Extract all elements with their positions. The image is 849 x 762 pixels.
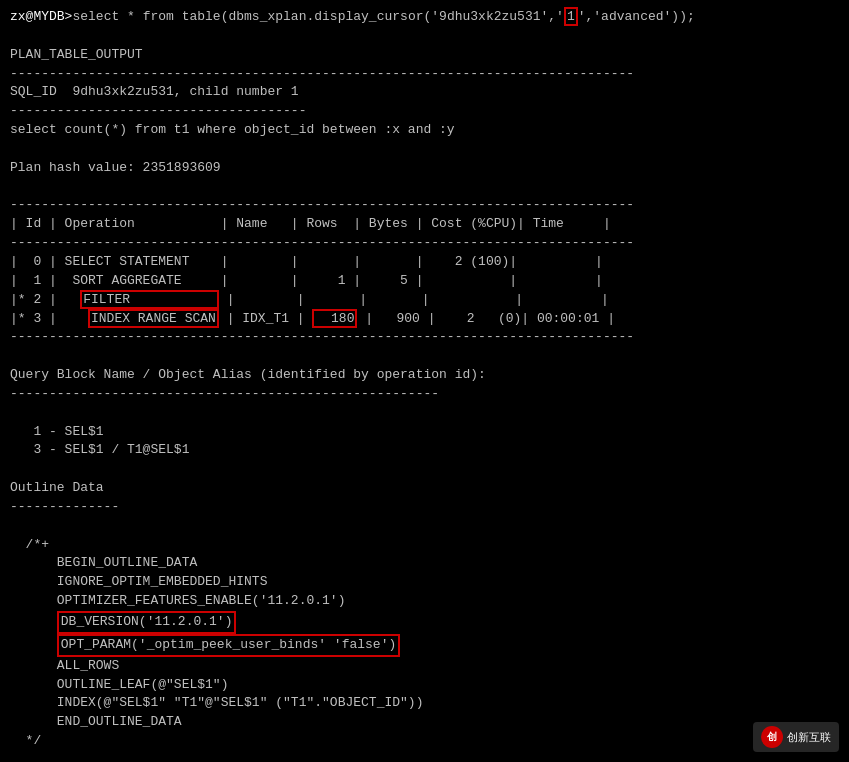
dash-line-7: -------------- xyxy=(10,498,839,517)
opt-param-line: OPT_PARAM('_optim_peek_user_binds' 'fals… xyxy=(10,634,839,657)
sql-id-line: SQL_ID 9dhu3xk2zu531, child number 1 xyxy=(10,83,839,102)
watermark: 创 创新互联 xyxy=(753,722,839,752)
index-range-scan-highlight: INDEX RANGE SCAN xyxy=(88,309,219,328)
table-row-0: | 0 | SELECT STATEMENT | | | | 2 (100)| … xyxy=(10,253,839,272)
filter-highlight: FILTER xyxy=(80,290,219,309)
dash-line-5: ----------------------------------------… xyxy=(10,328,839,347)
outline-end: */ xyxy=(10,732,839,751)
plan-table-output-label: PLAN_TABLE_OUTPUT xyxy=(10,46,839,65)
dash-line-4: ----------------------------------------… xyxy=(10,234,839,253)
blank-line-6 xyxy=(10,460,839,479)
prompt-text: zx@MYDB> xyxy=(10,9,72,24)
begin-outline: BEGIN_OUTLINE_DATA xyxy=(10,554,839,573)
blank-line-5 xyxy=(10,404,839,423)
db-version-highlight: DB_VERSION('11.2.0.1') xyxy=(57,611,237,634)
optimizer-features: OPTIMIZER_FEATURES_ENABLE('11.2.0.1') xyxy=(10,592,839,611)
blank-line-7 xyxy=(10,517,839,536)
dash-line-3: ----------------------------------------… xyxy=(10,196,839,215)
dash-line-1: ----------------------------------------… xyxy=(10,65,839,84)
table-row-2: |* 2 | FILTER | | | | | | xyxy=(10,291,839,310)
dash-line-2: -------------------------------------- xyxy=(10,102,839,121)
blank-line-3 xyxy=(10,178,839,197)
table-row-1: | 1 | SORT AGGREGATE | | 1 | 5 | | | xyxy=(10,272,839,291)
watermark-label: 创新互联 xyxy=(787,730,831,745)
blank-line-2 xyxy=(10,140,839,159)
end-outline: END_OUTLINE_DATA xyxy=(10,713,839,732)
terminal: zx@MYDB>select * from table(dbms_xplan.d… xyxy=(0,0,849,762)
alias-1: 1 - SEL$1 xyxy=(10,423,839,442)
db-version-line: DB_VERSION('11.2.0.1') xyxy=(10,611,839,634)
watermark-icon: 创 xyxy=(761,726,783,748)
select-command: select * from table(dbms_xplan.display_c… xyxy=(72,7,694,26)
cursor-number-highlight: 1 xyxy=(564,7,578,26)
select-line: select count(*) from t1 where object_id … xyxy=(10,121,839,140)
outline-data-label: Outline Data xyxy=(10,479,839,498)
prompt-line: zx@MYDB>select * from table(dbms_xplan.d… xyxy=(10,8,839,27)
outline-start: /*+ xyxy=(10,536,839,555)
outline-leaf: OUTLINE_LEAF(@"SEL$1") xyxy=(10,676,839,695)
table-row-3: |* 3 | INDEX RANGE SCAN | IDX_T1 | 180 |… xyxy=(10,310,839,329)
ignore-optim: IGNORE_OPTIM_EMBEDDED_HINTS xyxy=(10,573,839,592)
query-block-line: Query Block Name / Object Alias (identif… xyxy=(10,366,839,385)
table-header: | Id | Operation | Name | Rows | Bytes |… xyxy=(10,215,839,234)
rows-180-highlight: 180 xyxy=(312,309,357,328)
dash-line-6: ----------------------------------------… xyxy=(10,385,839,404)
plan-hash-line: Plan hash value: 2351893609 xyxy=(10,159,839,178)
blank-line-4 xyxy=(10,347,839,366)
index-line: INDEX(@"SEL$1" "T1"@"SEL$1" ("T1"."OBJEC… xyxy=(10,694,839,713)
alias-2: 3 - SEL$1 / T1@SEL$1 xyxy=(10,441,839,460)
opt-param-highlight: OPT_PARAM('_optim_peek_user_binds' 'fals… xyxy=(57,634,400,657)
blank-line-1 xyxy=(10,27,839,46)
all-rows: ALL_ROWS xyxy=(10,657,839,676)
